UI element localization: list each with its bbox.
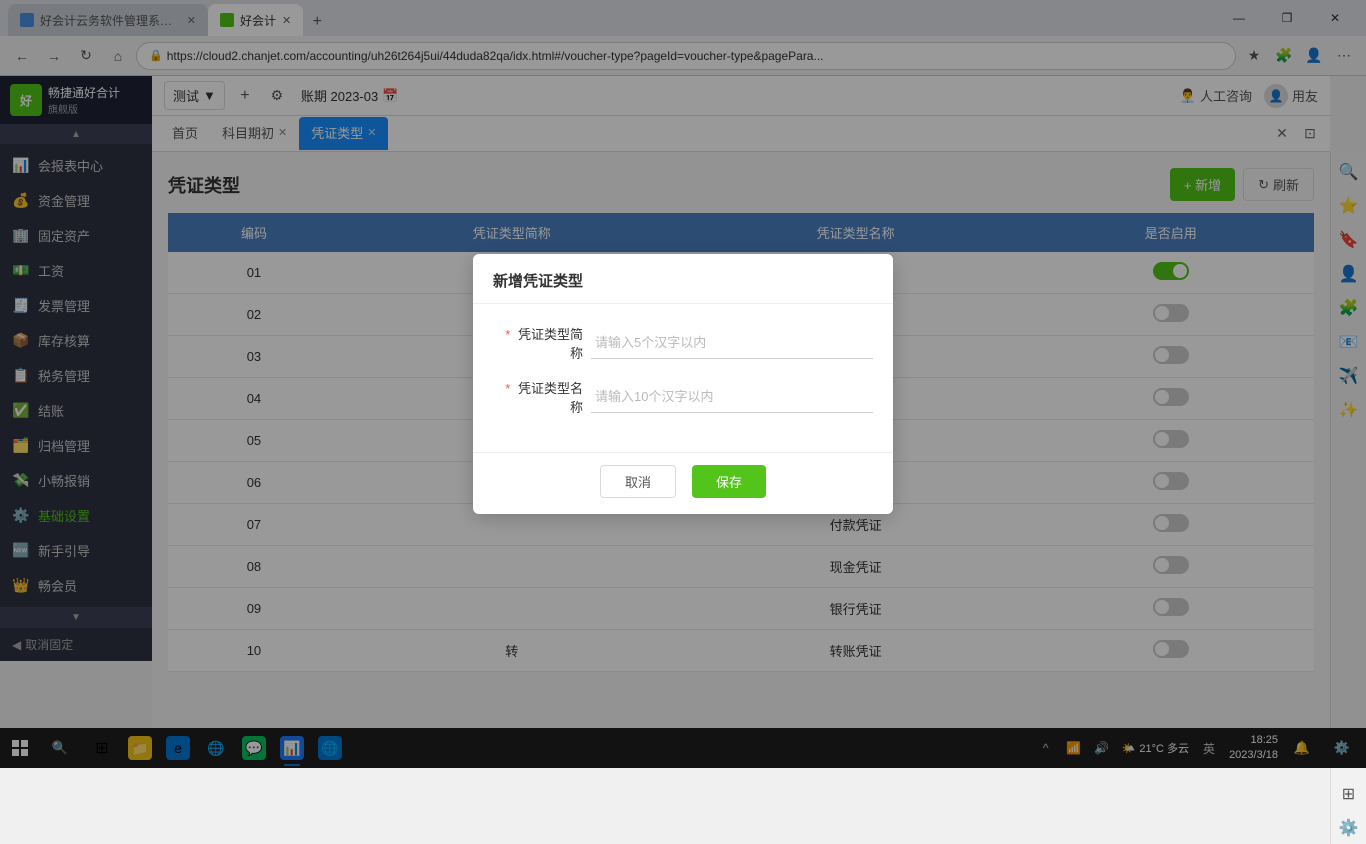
rs-settings-icon[interactable]: ⚙️ [1333,812,1365,844]
modal-body: * 凭证类型简称 * 凭证类型名称 [473,304,893,452]
cancel-button[interactable]: 取消 [600,465,676,498]
required-asterisk-2: * [505,381,510,396]
form-row-short-name: * 凭证类型简称 [493,324,873,362]
modal-title: 新增凭证类型 [493,270,583,291]
modal-header: 新增凭证类型 [473,254,893,304]
rs-grid-icon[interactable]: ⊞ [1333,778,1365,810]
modal-footer: 取消 保存 [473,452,893,514]
save-button[interactable]: 保存 [692,465,766,498]
input-short-name[interactable] [591,327,873,359]
form-label-full-name: * 凭证类型名称 [493,378,583,416]
required-asterisk-1: * [505,327,510,342]
form-row-full-name: * 凭证类型名称 [493,378,873,416]
add-voucher-modal: 新增凭证类型 * 凭证类型简称 * 凭证类型名称 取消 保存 [473,254,893,514]
label-text-full: 凭证类型名称 [518,381,583,415]
form-label-short-name: * 凭证类型简称 [493,324,583,362]
label-text-short: 凭证类型简称 [518,327,583,361]
input-full-name[interactable] [591,381,873,413]
modal-overlay: 新增凭证类型 * 凭证类型简称 * 凭证类型名称 取消 保存 [0,0,1366,768]
